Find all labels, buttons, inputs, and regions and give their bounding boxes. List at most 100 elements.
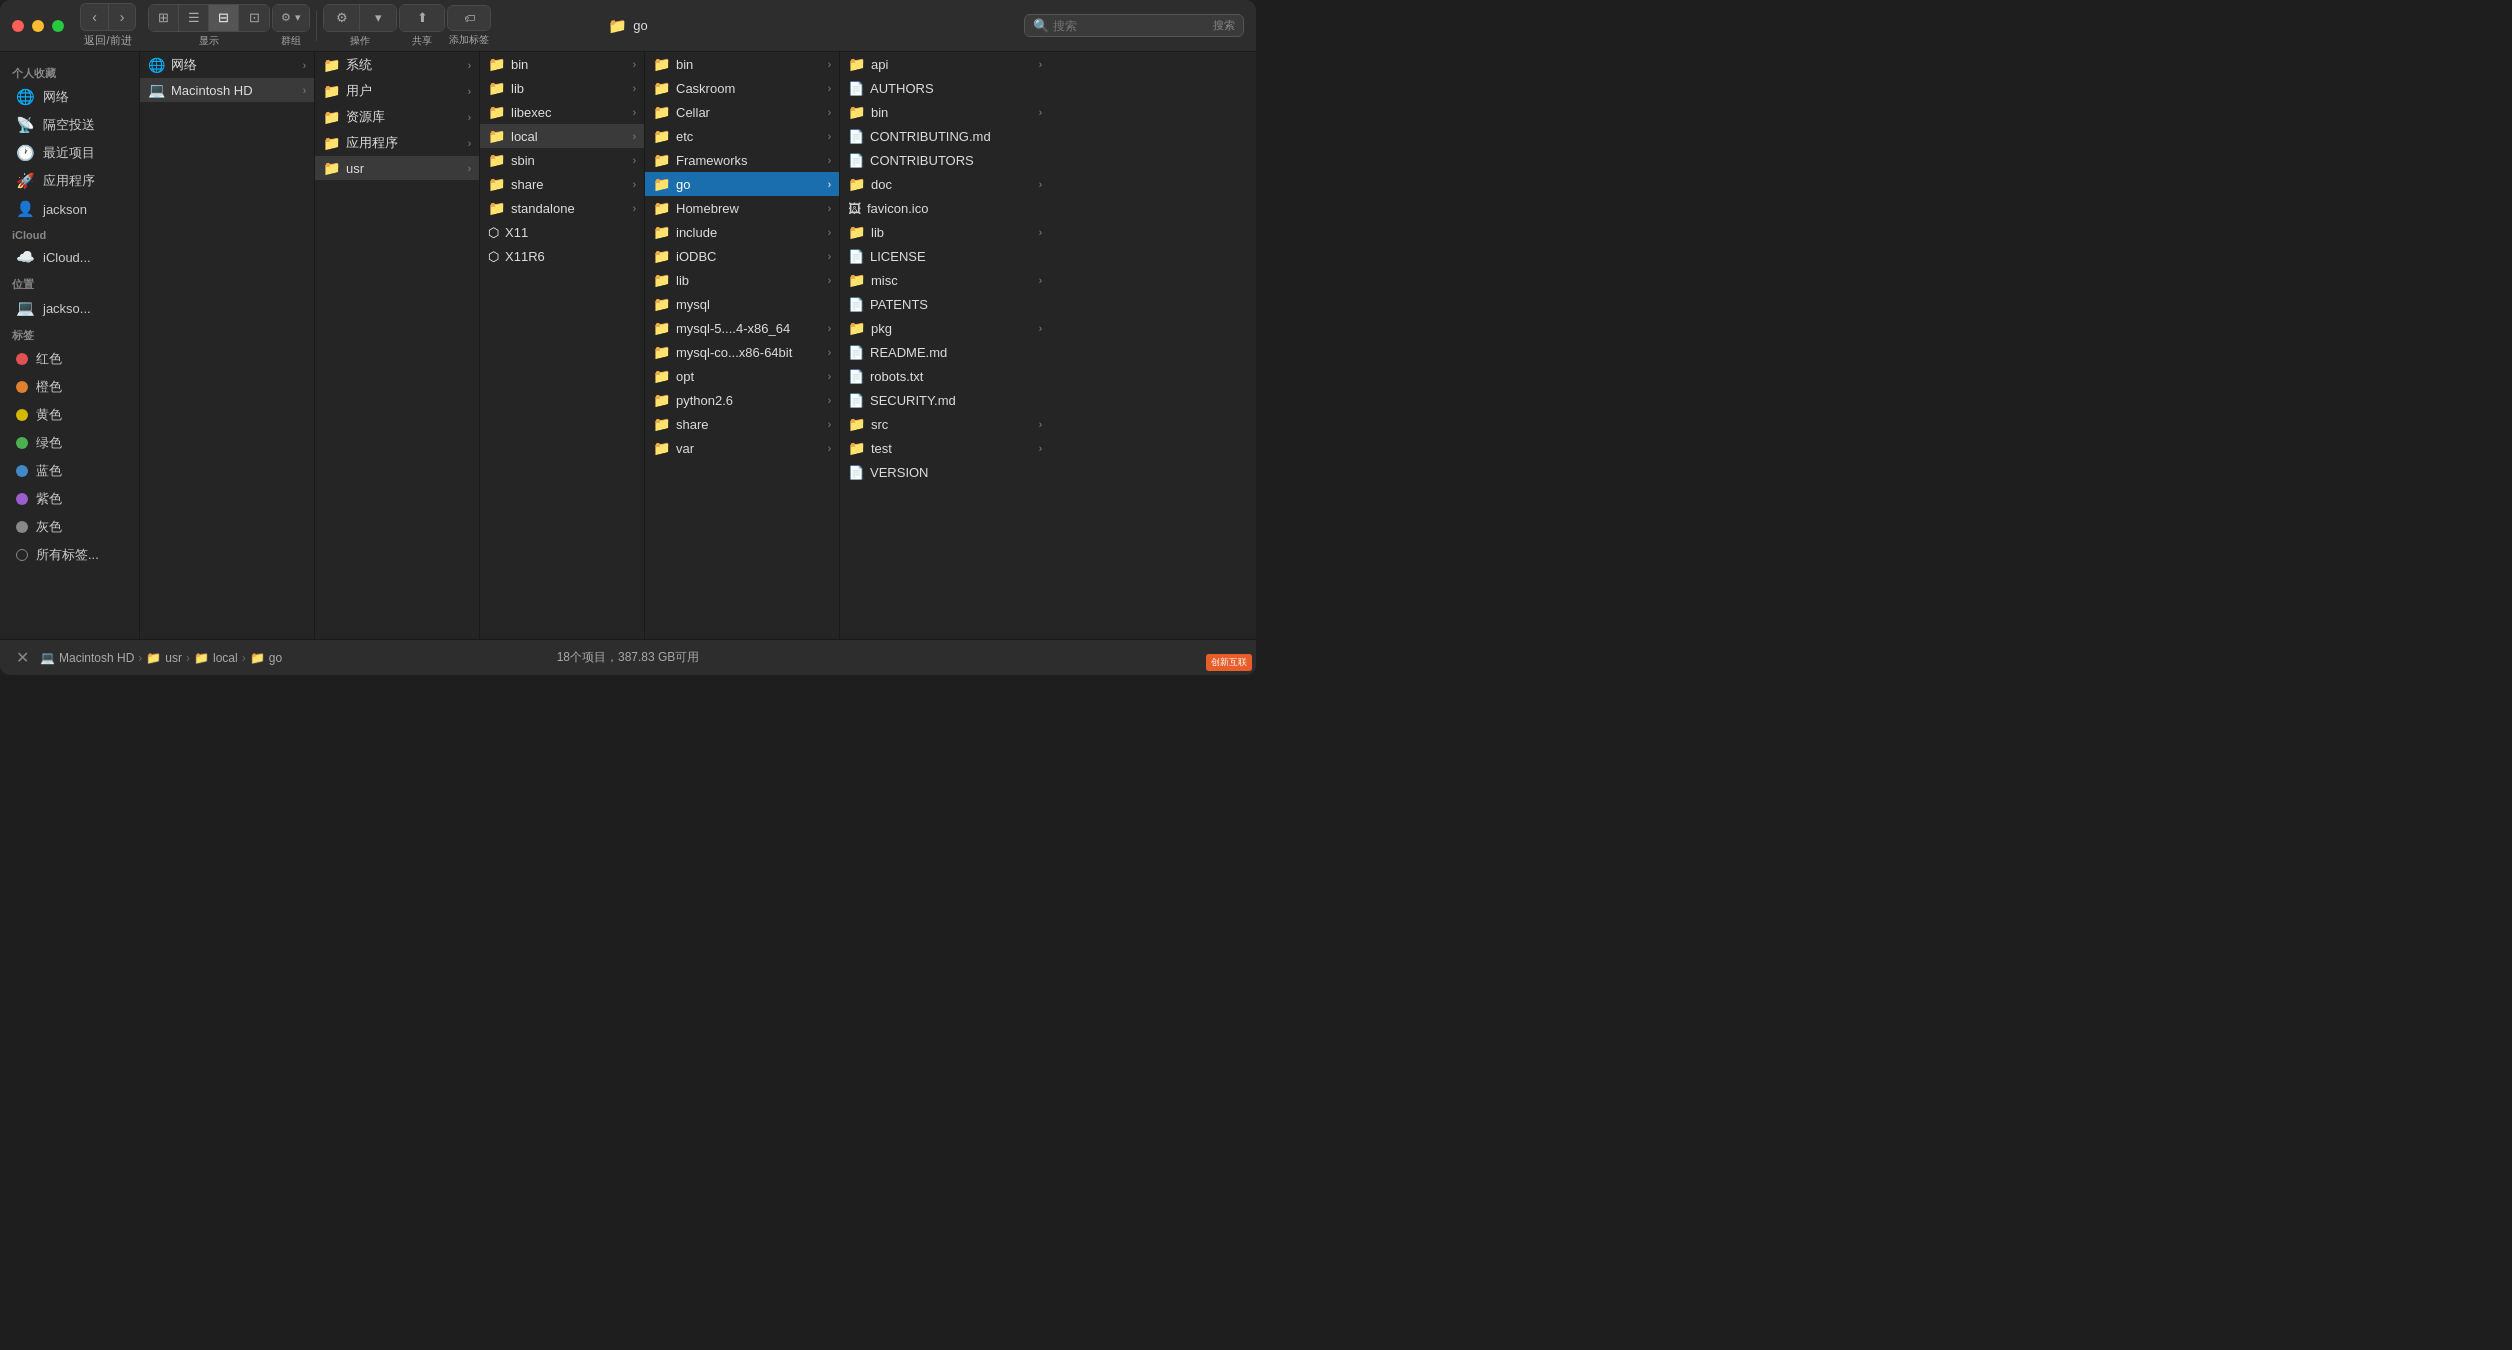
file-item-version[interactable]: 📄 VERSION	[840, 460, 1050, 484]
view-label: 显示	[199, 34, 219, 48]
file-item-share2[interactable]: 📁 share ›	[645, 412, 839, 436]
add-tag-button[interactable]: 🏷	[447, 5, 491, 31]
sidebar-item-tag-red[interactable]: 红色	[4, 346, 135, 372]
file-item-etc[interactable]: 📁 etc ›	[645, 124, 839, 148]
view-icon-button[interactable]: ⊞	[149, 5, 179, 31]
folder-icon-local: 📁	[488, 128, 505, 144]
file-item-authors[interactable]: 📄 AUTHORS	[840, 76, 1050, 100]
file-item-x11r6[interactable]: ⬡ X11R6	[480, 244, 644, 268]
file-item-include[interactable]: 📁 include ›	[645, 220, 839, 244]
breadcrumb-local[interactable]: 📁 local	[194, 651, 238, 665]
breadcrumb-usr[interactable]: 📁 usr	[146, 651, 182, 665]
sidebar-item-icloud[interactable]: ☁️ iCloud...	[4, 244, 135, 270]
chevron-system: ›	[468, 60, 471, 71]
window-close-bottom[interactable]: ✕	[12, 648, 32, 668]
minimize-button[interactable]	[32, 20, 44, 32]
sidebar-item-tag-yellow[interactable]: 黄色	[4, 402, 135, 428]
action-main-btn[interactable]: ⚙	[324, 5, 360, 31]
sidebar-item-jackson[interactable]: 👤 jackson	[4, 196, 135, 222]
breadcrumb-go[interactable]: 📁 go	[250, 651, 282, 665]
file-item-patents[interactable]: 📄 PATENTS	[840, 292, 1050, 316]
file-item-opt[interactable]: 📁 opt ›	[645, 364, 839, 388]
file-item-doc[interactable]: 📁 doc ›	[840, 172, 1050, 196]
file-item-var[interactable]: 📁 var ›	[645, 436, 839, 460]
sidebar-item-tag-blue[interactable]: 蓝色	[4, 458, 135, 484]
file-label-share: share	[511, 177, 544, 192]
file-item-bin3[interactable]: 📁 bin ›	[840, 100, 1050, 124]
file-item-cellar[interactable]: 📁 Cellar ›	[645, 100, 839, 124]
file-item-system[interactable]: 📁 系统 ›	[315, 52, 479, 78]
chevron-bin2: ›	[828, 59, 831, 70]
back-button[interactable]: ‹	[80, 3, 108, 31]
search-label: 搜索	[1213, 18, 1235, 33]
share-btn[interactable]: ⬆	[400, 5, 444, 31]
file-item-contributors[interactable]: 📄 CONTRIBUTORS	[840, 148, 1050, 172]
sidebar-item-apps[interactable]: 🚀 应用程序	[4, 168, 135, 194]
view-column-button[interactable]: ⊟	[209, 5, 239, 31]
view-list-button[interactable]: ☰	[179, 5, 209, 31]
breadcrumb-macintosh[interactable]: 💻 Macintosh HD	[40, 651, 134, 665]
tag-red-dot	[16, 353, 28, 365]
file-item-favicon[interactable]: 🖼 favicon.ico	[840, 196, 1050, 220]
chevron-include: ›	[828, 227, 831, 238]
file-item-mysqlco[interactable]: 📁 mysql-co...x86-64bit ›	[645, 340, 839, 364]
file-item-security[interactable]: 📄 SECURITY.md	[840, 388, 1050, 412]
file-item-local[interactable]: 📁 local ›	[480, 124, 644, 148]
file-label-iodbc: iODBC	[676, 249, 716, 264]
sidebar-item-tag-orange[interactable]: 橙色	[4, 374, 135, 400]
sidebar-item-recents[interactable]: 🕐 最近项目	[4, 140, 135, 166]
file-item-license[interactable]: 📄 LICENSE	[840, 244, 1050, 268]
file-item-robots[interactable]: 📄 robots.txt	[840, 364, 1050, 388]
file-item-apps2[interactable]: 📁 应用程序 ›	[315, 130, 479, 156]
sidebar-item-airdrop[interactable]: 📡 隔空投送	[4, 112, 135, 138]
file-item-bin[interactable]: 📁 bin ›	[480, 52, 644, 76]
file-item-users[interactable]: 📁 用户 ›	[315, 78, 479, 104]
file-item-mysql54[interactable]: 📁 mysql-5....4-x86_64 ›	[645, 316, 839, 340]
search-input[interactable]	[1053, 19, 1213, 33]
action-dropdown-btn[interactable]: ▾	[360, 5, 396, 31]
file-item-libexec[interactable]: 📁 libexec ›	[480, 100, 644, 124]
close-button[interactable]	[12, 20, 24, 32]
sidebar-item-tag-purple[interactable]: 紫色	[4, 486, 135, 512]
file-item-go[interactable]: 📁 go ›	[645, 172, 839, 196]
file-label-doc: doc	[871, 177, 892, 192]
forward-button[interactable]: ›	[108, 3, 136, 31]
file-item-api[interactable]: 📁 api ›	[840, 52, 1050, 76]
file-item-python26[interactable]: 📁 python2.6 ›	[645, 388, 839, 412]
file-item-src[interactable]: 📁 src ›	[840, 412, 1050, 436]
file-item-pkg[interactable]: 📁 pkg ›	[840, 316, 1050, 340]
group-btn-main[interactable]: ⚙ ▾	[273, 5, 309, 31]
file-item-sbin[interactable]: 📁 sbin ›	[480, 148, 644, 172]
file-item-resources[interactable]: 📁 资源库 ›	[315, 104, 479, 130]
file-item-bin2[interactable]: 📁 bin ›	[645, 52, 839, 76]
file-item-caskroom[interactable]: 📁 Caskroom ›	[645, 76, 839, 100]
file-item-misc[interactable]: 📁 misc ›	[840, 268, 1050, 292]
sidebar-item-tag-green[interactable]: 绿色	[4, 430, 135, 456]
file-item-macintosh-hd[interactable]: 💻 Macintosh HD ›	[140, 78, 314, 102]
file-item-usr[interactable]: 📁 usr ›	[315, 156, 479, 180]
sidebar-item-network[interactable]: 🌐 网络	[4, 84, 135, 110]
view-gallery-button[interactable]: ⊡	[239, 5, 269, 31]
file-item-standalone[interactable]: 📁 standalone ›	[480, 196, 644, 220]
sidebar: 个人收藏 🌐 网络 📡 隔空投送 🕐 最近项目 🚀 应用程序 👤 jackson	[0, 52, 140, 639]
file-item-frameworks[interactable]: 📁 Frameworks ›	[645, 148, 839, 172]
sidebar-label-all-tags: 所有标签...	[36, 546, 99, 564]
file-item-test[interactable]: 📁 test ›	[840, 436, 1050, 460]
file-item-mysql[interactable]: 📁 mysql	[645, 292, 839, 316]
search-box[interactable]: 🔍 搜索	[1024, 14, 1244, 37]
file-item-contributing[interactable]: 📄 CONTRIBUTING.md	[840, 124, 1050, 148]
maximize-button[interactable]	[52, 20, 64, 32]
sidebar-item-location[interactable]: 💻 jackso...	[4, 295, 135, 321]
file-item-iodbc[interactable]: 📁 iODBC ›	[645, 244, 839, 268]
file-item-x11[interactable]: ⬡ X11	[480, 220, 644, 244]
sidebar-item-tag-gray[interactable]: 灰色	[4, 514, 135, 540]
file-item-lib2[interactable]: 📁 lib ›	[645, 268, 839, 292]
file-item-readme[interactable]: 📄 README.md	[840, 340, 1050, 364]
file-item-homebrew[interactable]: 📁 Homebrew ›	[645, 196, 839, 220]
file-item-network[interactable]: 🌐 网络 ›	[140, 52, 314, 78]
sidebar-item-tag-all[interactable]: 所有标签...	[4, 542, 135, 568]
file-item-lib3[interactable]: 📁 lib ›	[840, 220, 1050, 244]
file-item-share[interactable]: 📁 share ›	[480, 172, 644, 196]
folder-icon-misc: 📁	[848, 272, 865, 288]
file-item-lib[interactable]: 📁 lib ›	[480, 76, 644, 100]
